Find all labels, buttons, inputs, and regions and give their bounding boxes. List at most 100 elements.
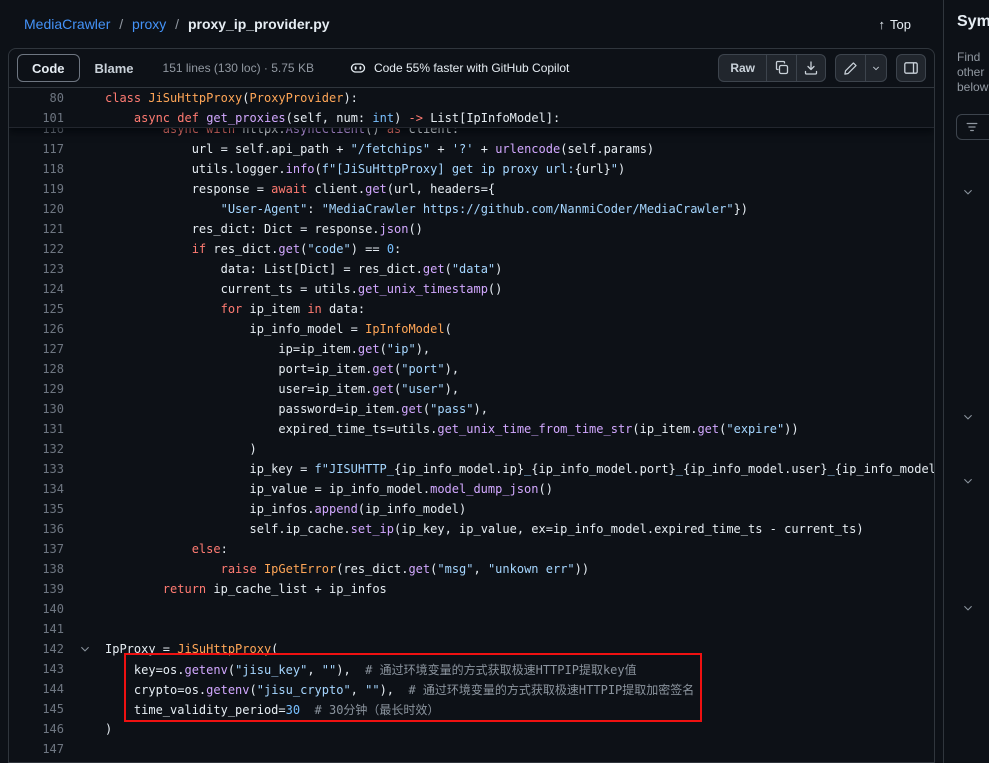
line-number[interactable]: 124 (9, 282, 64, 296)
file-header: MediaCrawler / proxy / proxy_ip_provider… (0, 0, 943, 48)
code-line: 141 (9, 619, 934, 639)
code-text: ip_value = ip_info_model.model_dump_json… (105, 482, 934, 496)
code-line: 129 user=ip_item.get("user"), (9, 379, 934, 399)
line-number[interactable]: 125 (9, 302, 64, 316)
code-view: 116 async with httpx.AsyncClient() as cl… (9, 88, 934, 763)
line-number[interactable]: 133 (9, 462, 64, 476)
line-number[interactable]: 146 (9, 722, 64, 736)
line-number[interactable]: 128 (9, 362, 64, 376)
back-to-top-label: Top (890, 17, 911, 32)
line-number[interactable]: 137 (9, 542, 64, 556)
line-number[interactable]: 129 (9, 382, 64, 396)
symbols-panel-toggle-button[interactable] (896, 54, 926, 82)
line-number[interactable]: 138 (9, 562, 64, 576)
line-number[interactable]: 121 (9, 222, 64, 236)
code-text: "User-Agent": "MediaCrawler https://gith… (105, 202, 934, 216)
line-number[interactable]: 120 (9, 202, 64, 216)
code-text: time_validity_period=30 # 30分钟（最长时效） (105, 701, 934, 718)
symbols-filter-input[interactable] (956, 114, 989, 140)
code-text: res_dict: Dict = response.json() (105, 222, 934, 236)
code-line: 145 time_validity_period=30 # 30分钟（最长时效） (9, 699, 934, 719)
code-text: async def get_proxies(self, num: int) ->… (105, 111, 934, 125)
symbols-description-fragment: other (957, 65, 988, 80)
line-number[interactable]: 145 (9, 702, 64, 716)
line-number[interactable]: 134 (9, 482, 64, 496)
line-number[interactable]: 117 (9, 142, 64, 156)
back-to-top-button[interactable]: ↑ Top (879, 17, 911, 32)
code-line: 144 crypto=os.getenv("jisu_crypto", ""),… (9, 679, 934, 699)
line-number[interactable]: 118 (9, 162, 64, 176)
code-text: response = await client.get(url, headers… (105, 182, 934, 196)
code-line: 125 for ip_item in data: (9, 299, 934, 319)
line-number[interactable]: 123 (9, 262, 64, 276)
copy-button[interactable] (766, 54, 796, 82)
line-number[interactable]: 147 (9, 742, 64, 756)
line-number[interactable]: 130 (9, 402, 64, 416)
line-number[interactable]: 122 (9, 242, 64, 256)
line-number[interactable]: 139 (9, 582, 64, 596)
code-line: 143 key=os.getenv("jisu_key", ""), # 通过环… (9, 659, 934, 679)
code-text: self.ip_cache.set_ip(ip_key, ip_value, e… (105, 522, 934, 536)
download-button[interactable] (796, 54, 826, 82)
code-line: 127 ip=ip_item.get("ip"), (9, 339, 934, 359)
code-line: 140 (9, 599, 934, 619)
code-line: 137 else: (9, 539, 934, 559)
line-number[interactable]: 132 (9, 442, 64, 456)
line-number[interactable]: 144 (9, 682, 64, 696)
code-line: 134 ip_value = ip_info_model.model_dump_… (9, 479, 934, 499)
download-icon (803, 60, 819, 76)
symbols-description-fragment: Find (957, 50, 988, 65)
edit-button[interactable] (835, 54, 865, 82)
code-line: 135 ip_infos.append(ip_info_model) (9, 499, 934, 519)
edit-actions-group (835, 54, 887, 82)
line-number[interactable]: 141 (9, 622, 64, 636)
line-number[interactable]: 135 (9, 502, 64, 516)
code-line: 122 if res_dict.get("code") == 0: (9, 239, 934, 259)
symbol-section-chevron-down-icon[interactable] (962, 475, 974, 487)
code-line: 123 data: List[Dict] = res_dict.get("dat… (9, 259, 934, 279)
raw-button[interactable]: Raw (718, 54, 766, 82)
copilot-icon (350, 60, 366, 76)
filter-icon (965, 120, 979, 134)
copilot-banner: Code 55% faster with GitHub Copilot (350, 60, 569, 76)
line-number[interactable]: 127 (9, 342, 64, 356)
symbol-section-chevron-down-icon[interactable] (962, 186, 974, 198)
code-text: password=ip_item.get("pass"), (105, 402, 934, 416)
code-text: url = self.api_path + "/fetchips" + '?' … (105, 142, 934, 156)
code-text: ip_info_model = IpInfoModel( (105, 322, 934, 336)
code-text: else: (105, 542, 934, 556)
code-line: 138 raise IpGetError(res_dict.get("msg",… (9, 559, 934, 579)
symbol-section-chevron-down-icon[interactable] (962, 411, 974, 423)
line-number[interactable]: 140 (9, 602, 64, 616)
code-text: expired_time_ts=utils.get_unix_time_from… (105, 422, 934, 436)
breadcrumb-dir-link[interactable]: proxy (132, 16, 166, 32)
code-text: ip_key = f"JISUHTTP_{ip_info_model.ip}_{… (105, 462, 934, 476)
symbol-section-chevron-down-icon[interactable] (962, 602, 974, 614)
line-number[interactable]: 142 (9, 642, 64, 656)
line-number[interactable]: 131 (9, 422, 64, 436)
line-number[interactable]: 101 (9, 111, 64, 125)
line-number[interactable]: 143 (9, 662, 64, 676)
sidebar-panel-icon (903, 60, 919, 76)
line-number[interactable]: 80 (9, 91, 64, 105)
code-text: current_ts = utils.get_unix_timestamp() (105, 282, 934, 296)
line-number[interactable]: 119 (9, 182, 64, 196)
breadcrumb-separator: / (119, 16, 123, 32)
code-text: raise IpGetError(res_dict.get("msg", "un… (105, 562, 934, 576)
toolbar-actions: Raw (718, 54, 926, 82)
edit-dropdown-button[interactable] (865, 54, 887, 82)
arrow-up-icon: ↑ (879, 17, 886, 32)
code-line: 118 utils.logger.info(f"[JiSuHttpProxy] … (9, 159, 934, 179)
raw-actions-group: Raw (718, 54, 826, 82)
line-number[interactable]: 136 (9, 522, 64, 536)
tab-code[interactable]: Code (17, 54, 80, 82)
breadcrumb-separator: / (175, 16, 179, 32)
tab-blame[interactable]: Blame (80, 54, 149, 82)
line-number[interactable]: 126 (9, 322, 64, 336)
file-container: Code Blame 151 lines (130 loc) · 5.75 KB… (8, 48, 935, 763)
breadcrumb-repo-link[interactable]: MediaCrawler (24, 16, 110, 32)
code-line: 131 expired_time_ts=utils.get_unix_time_… (9, 419, 934, 439)
fold-chevron-down-icon[interactable] (64, 643, 105, 655)
sticky-code-header: 80class JiSuHttpProxy(ProxyProvider):101… (9, 88, 934, 128)
code-text: ip_infos.append(ip_info_model) (105, 502, 934, 516)
